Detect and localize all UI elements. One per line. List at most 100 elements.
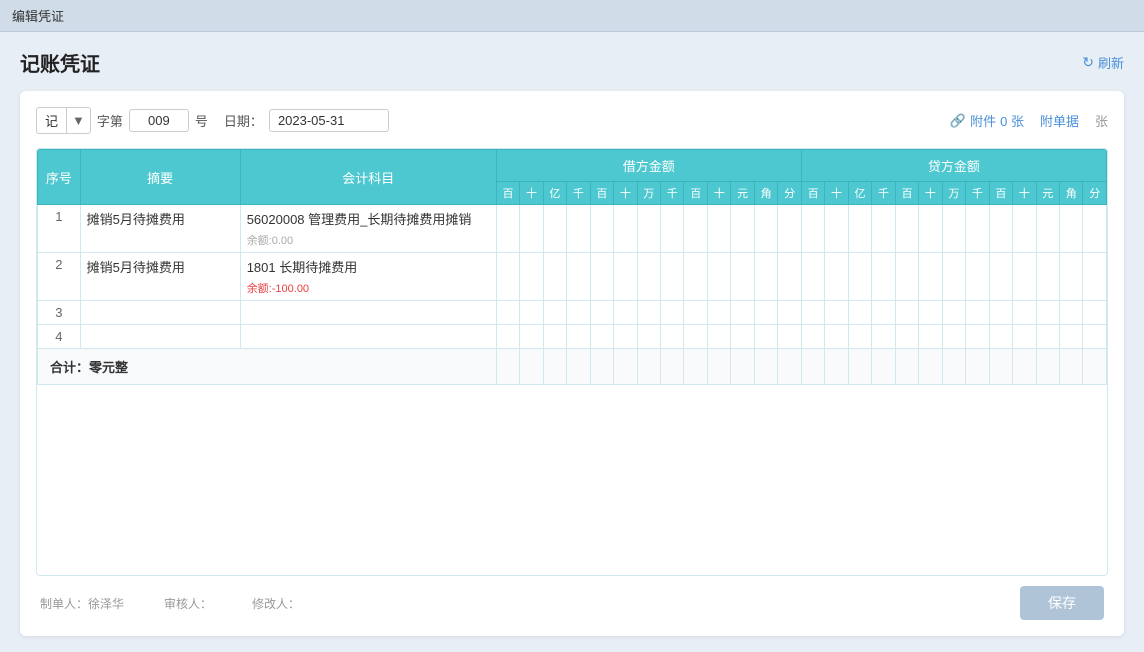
- cell-account[interactable]: 1801 长期待摊费用余额:-100.00: [240, 253, 496, 301]
- cell-debit-amount[interactable]: [496, 205, 519, 253]
- cell-credit-amount[interactable]: [989, 325, 1012, 349]
- cell-debit-amount[interactable]: [567, 325, 590, 349]
- cell-summary[interactable]: [80, 325, 240, 349]
- cell-credit-amount[interactable]: [895, 253, 918, 301]
- cell-debit-amount[interactable]: [520, 205, 543, 253]
- cell-debit-amount[interactable]: [637, 325, 660, 349]
- cell-debit-amount[interactable]: [543, 301, 566, 325]
- cell-debit-amount[interactable]: [754, 301, 777, 325]
- cell-credit-amount[interactable]: [825, 301, 848, 325]
- cell-credit-amount[interactable]: [966, 301, 989, 325]
- cell-debit-amount[interactable]: [661, 301, 684, 325]
- voucher-type-dropdown-icon[interactable]: ▼: [67, 110, 90, 131]
- cell-credit-amount[interactable]: [1059, 325, 1082, 349]
- cell-credit-amount[interactable]: [1083, 325, 1107, 349]
- cell-debit-amount[interactable]: [707, 253, 730, 301]
- cell-credit-amount[interactable]: [1036, 301, 1059, 325]
- cell-credit-amount[interactable]: [825, 325, 848, 349]
- cell-debit-amount[interactable]: [637, 253, 660, 301]
- cell-debit-amount[interactable]: [661, 205, 684, 253]
- cell-credit-amount[interactable]: [801, 301, 824, 325]
- cell-debit-amount[interactable]: [707, 325, 730, 349]
- cell-debit-amount[interactable]: [707, 205, 730, 253]
- cell-debit-amount[interactable]: [590, 301, 613, 325]
- cell-credit-amount[interactable]: [848, 325, 871, 349]
- cell-credit-amount[interactable]: [989, 301, 1012, 325]
- cell-debit-amount[interactable]: [778, 301, 801, 325]
- cell-debit-amount[interactable]: [754, 325, 777, 349]
- cell-credit-amount[interactable]: [1036, 253, 1059, 301]
- cell-credit-amount[interactable]: [848, 253, 871, 301]
- cell-debit-amount[interactable]: [731, 253, 754, 301]
- cell-debit-amount[interactable]: [614, 301, 637, 325]
- cell-debit-amount[interactable]: [567, 301, 590, 325]
- cell-credit-amount[interactable]: [825, 253, 848, 301]
- cell-credit-amount[interactable]: [966, 325, 989, 349]
- voucher-type-selector[interactable]: 记 ▼: [36, 107, 91, 134]
- cell-debit-amount[interactable]: [543, 253, 566, 301]
- cell-credit-amount[interactable]: [801, 325, 824, 349]
- attachment-link[interactable]: 🔗 附件 0 张: [950, 111, 1024, 130]
- cell-account[interactable]: [240, 301, 496, 325]
- save-button[interactable]: 保存: [1020, 586, 1104, 620]
- cell-credit-amount[interactable]: [1059, 205, 1082, 253]
- cell-debit-amount[interactable]: [520, 253, 543, 301]
- cell-debit-amount[interactable]: [543, 205, 566, 253]
- cell-debit-amount[interactable]: [754, 205, 777, 253]
- cell-debit-amount[interactable]: [684, 253, 707, 301]
- cell-credit-amount[interactable]: [872, 253, 895, 301]
- cell-credit-amount[interactable]: [1083, 301, 1107, 325]
- cell-credit-amount[interactable]: [895, 205, 918, 253]
- single-voucher-btn[interactable]: 附单据: [1040, 111, 1079, 130]
- cell-debit-amount[interactable]: [614, 253, 637, 301]
- cell-debit-amount[interactable]: [590, 253, 613, 301]
- refresh-button[interactable]: ↻ 刷新: [1082, 53, 1124, 72]
- cell-credit-amount[interactable]: [919, 301, 942, 325]
- cell-credit-amount[interactable]: [919, 205, 942, 253]
- cell-debit-amount[interactable]: [567, 205, 590, 253]
- cell-credit-amount[interactable]: [1059, 301, 1082, 325]
- cell-debit-amount[interactable]: [684, 205, 707, 253]
- cell-debit-amount[interactable]: [707, 301, 730, 325]
- cell-debit-amount[interactable]: [731, 325, 754, 349]
- cell-summary[interactable]: [80, 301, 240, 325]
- cell-credit-amount[interactable]: [942, 325, 965, 349]
- cell-debit-amount[interactable]: [520, 301, 543, 325]
- cell-debit-amount[interactable]: [684, 301, 707, 325]
- cell-debit-amount[interactable]: [661, 325, 684, 349]
- cell-debit-amount[interactable]: [731, 205, 754, 253]
- cell-debit-amount[interactable]: [496, 301, 519, 325]
- cell-debit-amount[interactable]: [637, 301, 660, 325]
- cell-credit-amount[interactable]: [942, 301, 965, 325]
- cell-debit-amount[interactable]: [614, 325, 637, 349]
- cell-debit-amount[interactable]: [496, 253, 519, 301]
- cell-summary[interactable]: 摊销5月待摊费用: [80, 253, 240, 301]
- date-input[interactable]: [269, 109, 389, 132]
- cell-debit-amount[interactable]: [661, 253, 684, 301]
- cell-debit-amount[interactable]: [590, 205, 613, 253]
- cell-debit-amount[interactable]: [684, 325, 707, 349]
- cell-debit-amount[interactable]: [590, 325, 613, 349]
- cell-credit-amount[interactable]: [895, 301, 918, 325]
- cell-credit-amount[interactable]: [1013, 205, 1036, 253]
- cell-credit-amount[interactable]: [1013, 301, 1036, 325]
- cell-credit-amount[interactable]: [801, 205, 824, 253]
- cell-credit-amount[interactable]: [801, 253, 824, 301]
- cell-credit-amount[interactable]: [895, 325, 918, 349]
- cell-credit-amount[interactable]: [848, 301, 871, 325]
- cell-credit-amount[interactable]: [919, 253, 942, 301]
- cell-account[interactable]: [240, 325, 496, 349]
- cell-debit-amount[interactable]: [520, 325, 543, 349]
- cell-credit-amount[interactable]: [942, 205, 965, 253]
- cell-debit-amount[interactable]: [614, 205, 637, 253]
- voucher-number-input[interactable]: [129, 109, 189, 132]
- cell-account[interactable]: 56020008 管理费用_长期待摊费用摊销余额:0.00: [240, 205, 496, 253]
- cell-debit-amount[interactable]: [496, 325, 519, 349]
- cell-debit-amount[interactable]: [778, 325, 801, 349]
- cell-credit-amount[interactable]: [966, 253, 989, 301]
- cell-debit-amount[interactable]: [778, 253, 801, 301]
- cell-credit-amount[interactable]: [848, 205, 871, 253]
- cell-debit-amount[interactable]: [754, 253, 777, 301]
- cell-credit-amount[interactable]: [919, 325, 942, 349]
- cell-credit-amount[interactable]: [1036, 325, 1059, 349]
